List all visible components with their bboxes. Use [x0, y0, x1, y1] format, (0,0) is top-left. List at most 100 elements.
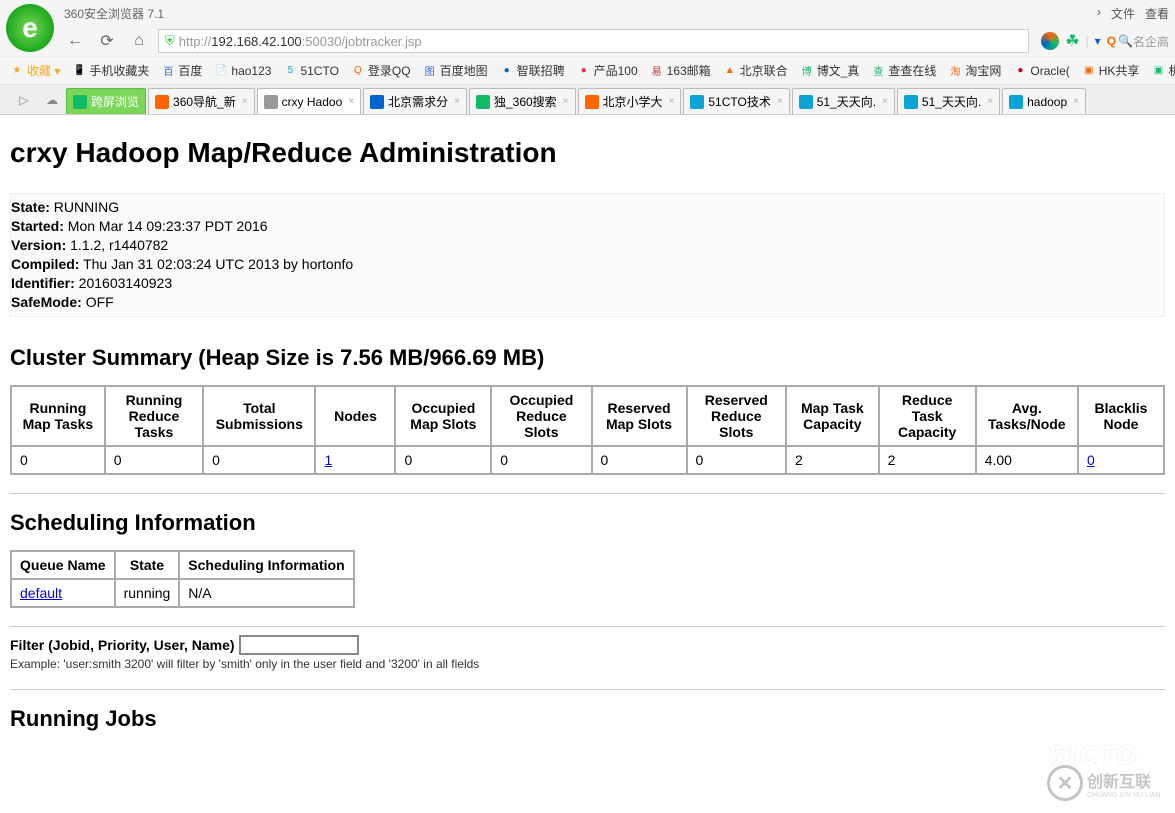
bookmark-item[interactable]: ●Oracle(	[1013, 64, 1069, 78]
cloud-icon[interactable]: ☁	[38, 86, 66, 114]
column-header: Occupied Reduce Slots	[491, 386, 591, 446]
bookmark-icon: 📱	[72, 64, 86, 78]
security-shield-icon: ⛨	[165, 33, 175, 49]
bookmark-item[interactable]: ●智联招聘	[500, 62, 565, 79]
bookmark-item[interactable]: 易163邮箱	[650, 62, 711, 79]
dropdown-icon[interactable]: ▾	[1095, 34, 1101, 48]
tab[interactable]: 51_天天向. ×	[792, 88, 895, 114]
close-icon[interactable]: ×	[882, 96, 888, 107]
tab-favicon-icon	[904, 95, 918, 109]
bookmark-icon: 图	[423, 64, 437, 78]
close-icon[interactable]: ×	[242, 96, 248, 107]
filter-input[interactable]	[239, 635, 359, 655]
close-icon[interactable]: ×	[348, 96, 354, 107]
tab-favicon-icon	[370, 95, 384, 109]
column-header: Scheduling Information	[179, 551, 353, 579]
separator: |	[1086, 34, 1089, 48]
tab-favicon-icon	[690, 95, 704, 109]
column-header: Running Map Tasks	[11, 386, 105, 446]
close-icon[interactable]: ×	[1073, 96, 1079, 107]
cluster-summary-table: Running Map TasksRunning Reduce TasksTot…	[10, 385, 1165, 475]
menu-view[interactable]: 查看	[1145, 5, 1169, 22]
column-header: Queue Name	[11, 551, 115, 579]
bookmark-icon: 博	[800, 64, 814, 78]
filter-example: Example: 'user:smith 3200' will filter b…	[10, 657, 1165, 671]
bookmark-icon: 淘	[948, 64, 962, 78]
tab[interactable]: 北京小学大 ×	[578, 88, 682, 114]
close-icon[interactable]: ×	[987, 96, 993, 107]
column-header: Nodes	[315, 386, 395, 446]
info-block: State: RUNNING Started: Mon Mar 14 09:23…	[10, 193, 1165, 317]
bookmark-item[interactable]: ▣HK共享	[1082, 62, 1140, 79]
home-button[interactable]: ⌂	[126, 28, 152, 54]
bookmark-item[interactable]: ●产品100	[577, 62, 638, 79]
bookmark-item[interactable]: 博博文_真	[800, 62, 860, 79]
divider	[10, 689, 1165, 690]
tab-favicon-icon	[1009, 95, 1023, 109]
reload-button[interactable]: ⟳	[94, 28, 120, 54]
column-header: Running Reduce Tasks	[105, 386, 203, 446]
bookmark-item[interactable]: ▲北京联合	[723, 62, 788, 79]
filter-row: Filter (Jobid, Priority, User, Name)	[10, 635, 1165, 655]
tab-favicon-icon	[155, 95, 169, 109]
bookmark-icon: ★	[10, 64, 24, 78]
toolbar-right-icons: ☘ | ▾ Q🔍 名企高	[1041, 31, 1175, 51]
divider	[10, 493, 1165, 494]
bookmark-icon: 查	[871, 64, 885, 78]
column-header: Map Task Capacity	[786, 386, 879, 446]
bookmark-item[interactable]: 百百度	[161, 62, 202, 79]
search-box[interactable]: Q🔍 名企高	[1107, 33, 1169, 50]
bookmark-item[interactable]: 淘淘宝网	[948, 62, 1001, 79]
page-content: crxy Hadoop Map/Reduce Administration St…	[0, 115, 1175, 752]
column-header: Reserved Map Slots	[592, 386, 687, 446]
tab[interactable]: 独_360搜索 ×	[469, 88, 576, 114]
bookmark-icon: ●	[500, 64, 514, 78]
tab[interactable]: 51CTO技术 ×	[683, 88, 789, 114]
tab[interactable]: 360导航_新 ×	[148, 88, 255, 114]
bookmark-icon: ▲	[723, 64, 737, 78]
bookmark-item[interactable]: 551CTO	[283, 64, 338, 78]
close-icon[interactable]: ×	[777, 96, 783, 107]
column-header: Occupied Map Slots	[395, 386, 491, 446]
browser-logo: e	[6, 4, 54, 52]
tab[interactable]: 北京需求分 ×	[363, 88, 467, 114]
bookmark-icon: Q	[351, 64, 365, 78]
address-bar[interactable]: ⛨ http://192.168.42.100:50030/jobtracker…	[158, 29, 1029, 53]
tab-favicon-icon	[799, 95, 813, 109]
bookmark-icon: ▣	[1082, 64, 1096, 78]
nav-forward-icon[interactable]: ›	[1097, 5, 1101, 22]
tab[interactable]: 51_天天向. ×	[897, 88, 1000, 114]
column-header: Reduce Task Capacity	[879, 386, 976, 446]
bookmark-item[interactable]: 📄hao123	[214, 64, 271, 78]
table-row: default running N/A	[11, 579, 354, 607]
tab[interactable]: crxy Hadoo ×	[257, 88, 362, 114]
scheduling-heading: Scheduling Information	[10, 510, 1165, 536]
tab[interactable]: 跨屏浏览	[66, 88, 146, 114]
bookmark-item[interactable]: 查查查在线	[871, 62, 936, 79]
queue-default-link[interactable]: default	[20, 585, 62, 601]
play-icon[interactable]: ▷	[10, 86, 38, 114]
close-icon[interactable]: ×	[669, 96, 675, 107]
app-icon[interactable]	[1041, 32, 1059, 50]
cluster-link[interactable]: 1	[324, 452, 332, 468]
bookmark-icon: 📄	[214, 64, 228, 78]
leaf-icon[interactable]: ☘	[1065, 31, 1079, 51]
bookmark-item[interactable]: 图百度地图	[423, 62, 488, 79]
menu-file[interactable]: 文件	[1111, 5, 1135, 22]
back-button[interactable]: ←	[62, 28, 88, 54]
close-icon[interactable]: ×	[454, 96, 460, 107]
tab-favicon-icon	[264, 95, 278, 109]
bookmark-item[interactable]: ▣机	[1151, 62, 1175, 79]
bookmark-item[interactable]: ★收藏 ▾	[10, 62, 60, 79]
close-icon[interactable]: ×	[563, 96, 569, 107]
bookmark-item[interactable]: 📱手机收藏夹	[72, 62, 149, 79]
tabs-bar: ▷ ☁ 跨屏浏览360导航_新 ×crxy Hadoo ×北京需求分 ×独_36…	[0, 84, 1175, 114]
tab-favicon-icon	[73, 95, 87, 109]
tab[interactable]: hadoop ×	[1002, 88, 1086, 114]
cluster-link[interactable]: 0	[1087, 452, 1095, 468]
bookmarks-bar: ★收藏 ▾ 📱手机收藏夹百百度 📄hao123 551CTO Q登录QQ 图百度地图 ●智联…	[0, 56, 1175, 84]
bookmark-icon: 易	[650, 64, 664, 78]
column-header: Blacklis Node	[1078, 386, 1164, 446]
bookmark-item[interactable]: Q登录QQ	[351, 62, 411, 79]
bookmark-icon: ▣	[1151, 64, 1165, 78]
